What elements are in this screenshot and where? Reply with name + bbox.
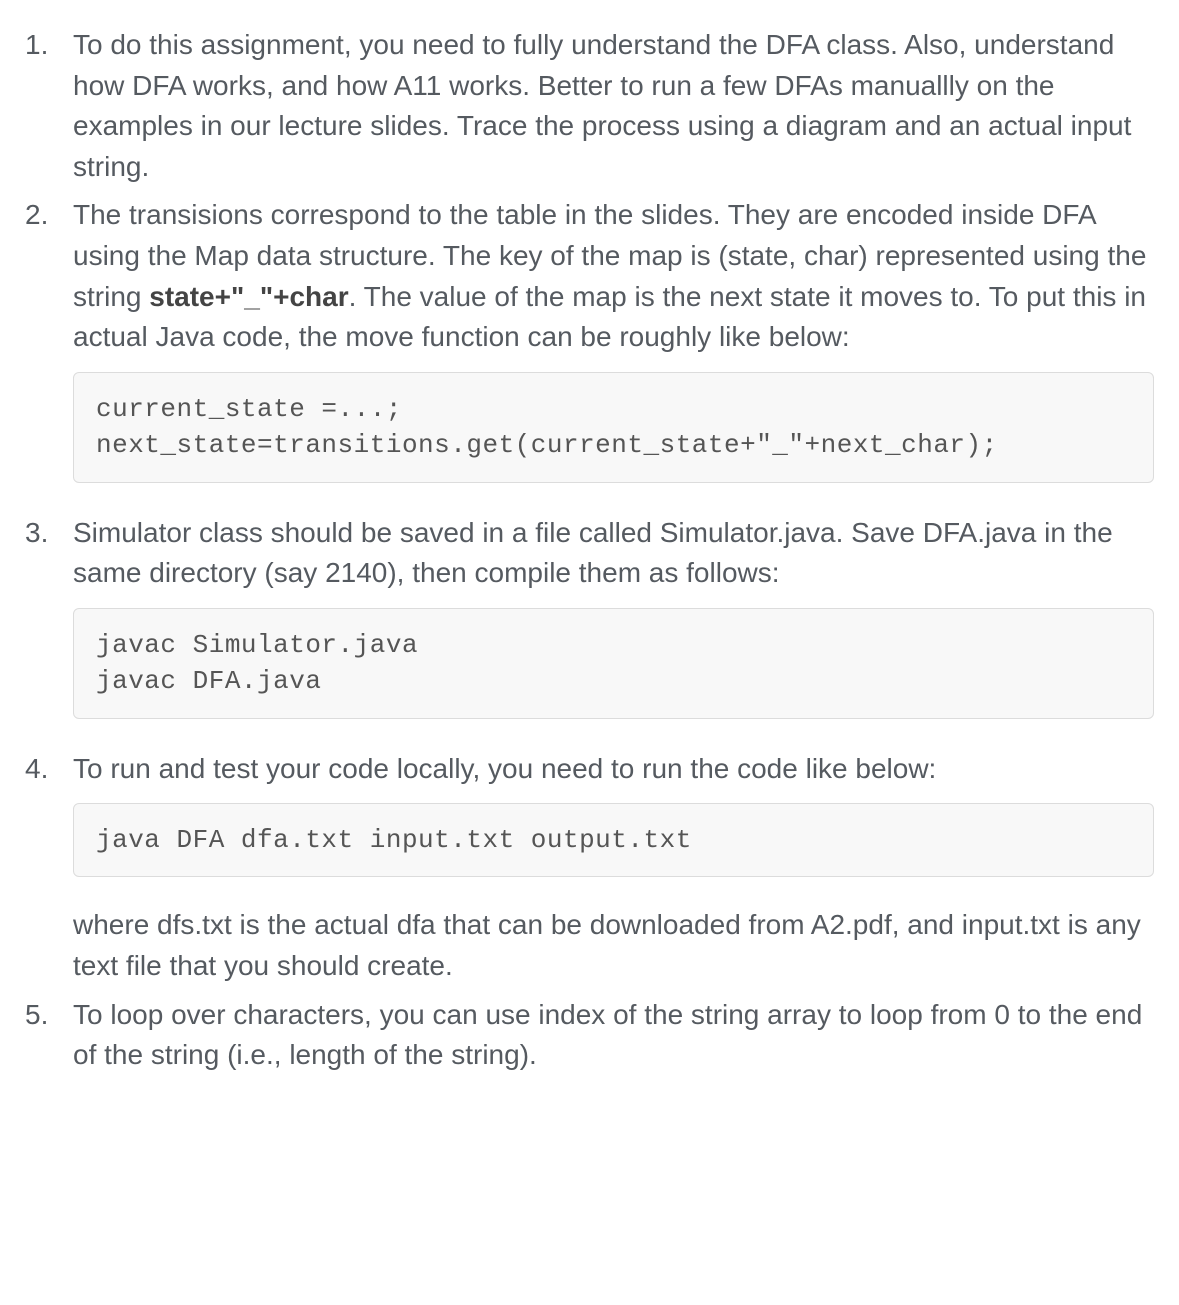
code-block: javac Simulator.java javac DFA.java bbox=[73, 608, 1154, 719]
list-item: The transisions correspond to the table … bbox=[25, 195, 1154, 482]
code-block: current_state =...; next_state=transitio… bbox=[73, 372, 1154, 483]
list-item: To loop over characters, you can use ind… bbox=[25, 995, 1154, 1076]
list-item: To do this assignment, you need to fully… bbox=[25, 25, 1154, 187]
list-item: To run and test your code locally, you n… bbox=[25, 749, 1154, 987]
list-item: Simulator class should be saved in a fil… bbox=[25, 513, 1154, 719]
item-bold-text: state+"_"+char bbox=[149, 281, 348, 312]
code-block: java DFA dfa.txt input.txt output.txt bbox=[73, 803, 1154, 877]
item-text: To loop over characters, you can use ind… bbox=[73, 999, 1142, 1071]
item-text: To do this assignment, you need to fully… bbox=[73, 29, 1131, 182]
instruction-list: To do this assignment, you need to fully… bbox=[25, 25, 1154, 1076]
item-text-after-code: where dfs.txt is the actual dfa that can… bbox=[73, 905, 1154, 986]
item-text: Simulator class should be saved in a fil… bbox=[73, 517, 1113, 589]
item-text: To run and test your code locally, you n… bbox=[73, 753, 936, 784]
